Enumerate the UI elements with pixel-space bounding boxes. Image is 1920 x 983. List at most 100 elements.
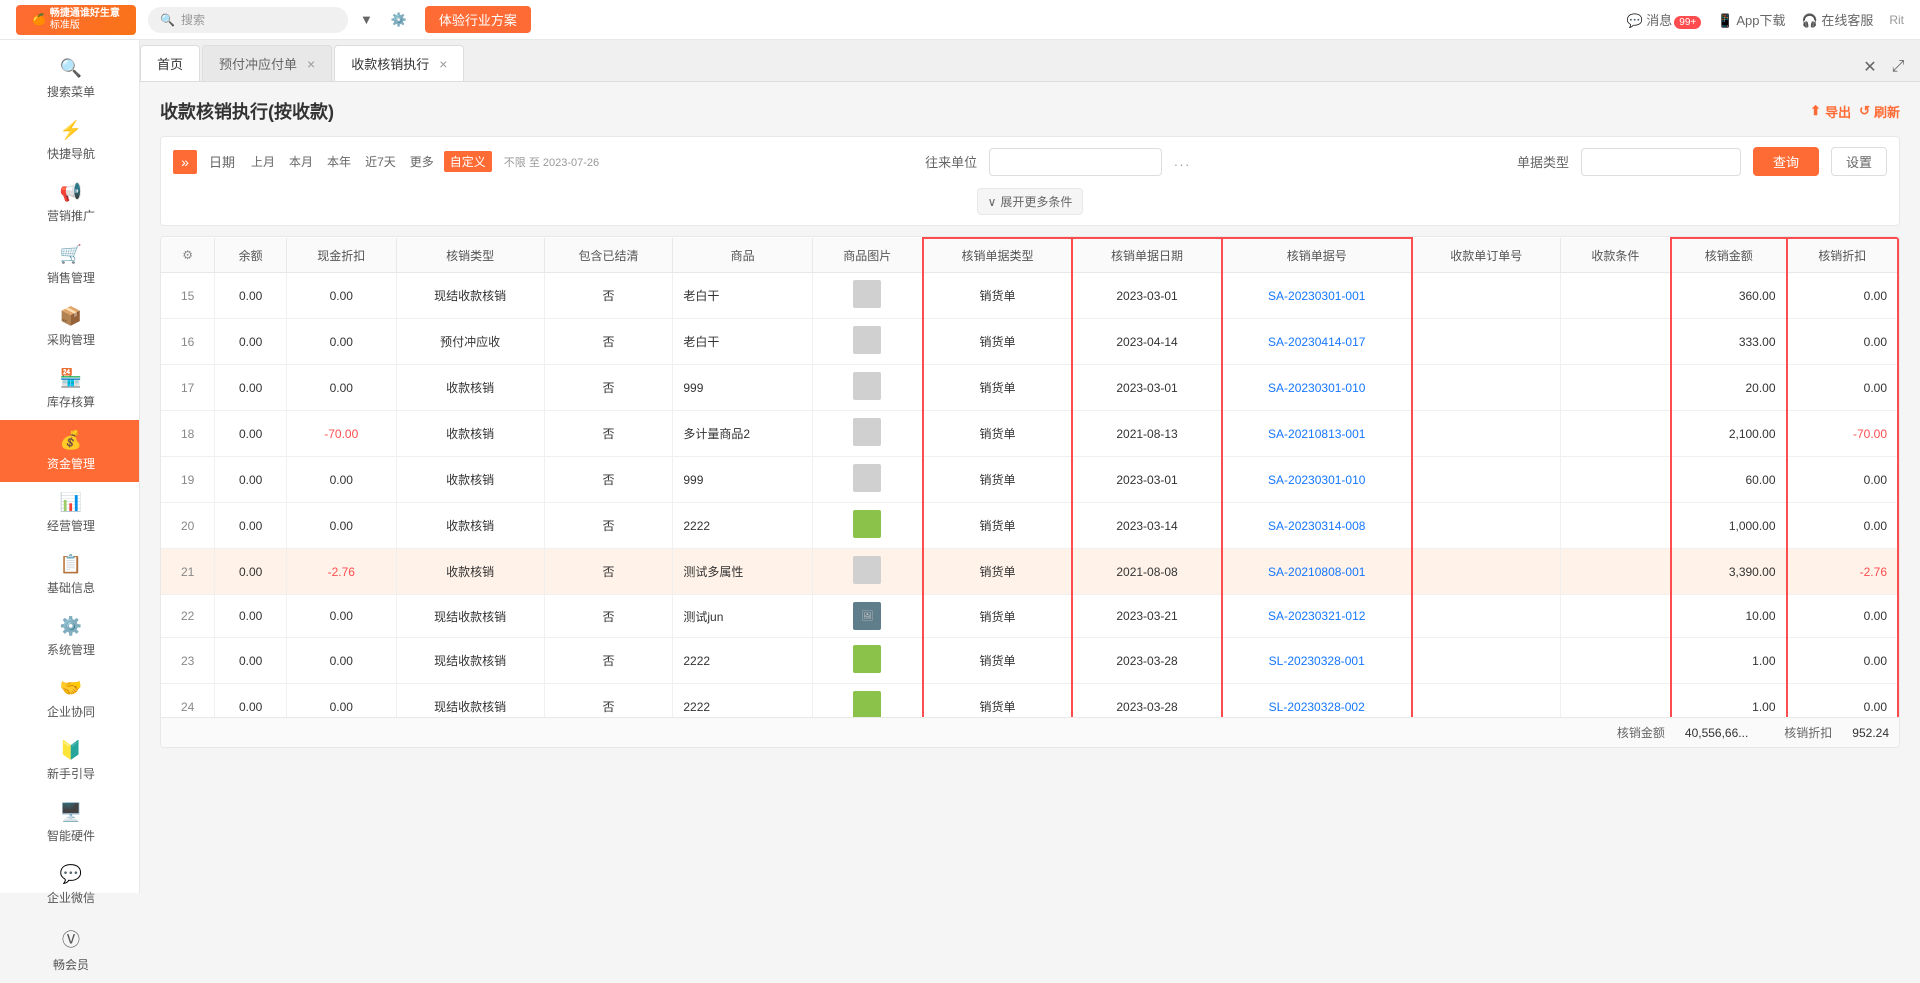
date-options: 上月 本月 本年 近7天 更多 自定义 xyxy=(247,151,492,172)
filter-expand-btn[interactable]: » xyxy=(173,150,197,174)
query-btn[interactable]: 查询 xyxy=(1753,147,1819,176)
prepay-tab-label: 预付冲应付单 xyxy=(219,54,297,73)
date-btn-custom[interactable]: 自定义 xyxy=(444,151,492,172)
message-btn[interactable]: 💬 消息99+ xyxy=(1626,10,1701,29)
sidebar-item-purchase[interactable]: 📦 采购管理 xyxy=(0,296,139,358)
date-label: 日期 xyxy=(209,152,235,171)
collect-cancel-tab-close[interactable]: × xyxy=(439,56,447,72)
doc-no-link[interactable]: SL-20230328-002 xyxy=(1269,700,1365,714)
tab-expand-btn[interactable]: ⤢ xyxy=(1884,53,1912,81)
sidebar-item-guide[interactable]: 🔰 新手引导 xyxy=(0,730,139,792)
cell-product-img xyxy=(812,319,923,365)
doc-no-link[interactable]: SA-20230301-001 xyxy=(1268,289,1365,303)
from-unit-input[interactable] xyxy=(989,148,1162,176)
doc-no-link[interactable]: SA-20210808-001 xyxy=(1268,565,1365,579)
online-service-btn[interactable]: 🎧 在线客服 xyxy=(1802,10,1874,29)
doc-no-link[interactable]: SA-20230301-010 xyxy=(1268,381,1365,395)
sidebar-item-hardware[interactable]: 🖥️ 智能硬件 xyxy=(0,792,139,854)
sidebar-item-basic[interactable]: 📋 基础信息 xyxy=(0,544,139,606)
th-product: 商品 xyxy=(673,238,812,273)
cell-cancel-discount: 0.00 xyxy=(1787,638,1898,684)
sidebar-label-operations: 经营管理 xyxy=(47,517,95,534)
cell-doc-no[interactable]: SA-20230414-017 xyxy=(1222,319,1412,365)
expand-more-btn[interactable]: ∨ 展开更多条件 xyxy=(977,188,1084,215)
date-btn-this-year[interactable]: 本年 xyxy=(323,151,355,172)
tab-actions: ✕ ⤢ xyxy=(1856,53,1920,81)
sidebar-item-system[interactable]: ⚙️ 系统管理 xyxy=(0,606,139,668)
sidebar-item-operations[interactable]: 📊 经营管理 xyxy=(0,482,139,544)
date-btn-last-month[interactable]: 上月 xyxy=(247,151,279,172)
cell-doc-no[interactable]: SA-20230314-008 xyxy=(1222,503,1412,549)
cell-include-cleared: 否 xyxy=(544,503,673,549)
cell-doc-no[interactable]: SA-20230301-001 xyxy=(1222,273,1412,319)
cell-doc-no[interactable]: SA-20230301-010 xyxy=(1222,365,1412,411)
dropdown-chevron[interactable]: ▼ xyxy=(360,12,373,27)
cell-balance: 0.00 xyxy=(215,457,287,503)
date-btn-more[interactable]: 更多 xyxy=(406,151,438,172)
cell-doc-no[interactable]: SA-20210813-001 xyxy=(1222,411,1412,457)
cell-collect-terms xyxy=(1560,549,1671,595)
doc-type-select[interactable] xyxy=(1581,148,1741,176)
cell-doc-no[interactable]: SA-20230301-010 xyxy=(1222,457,1412,503)
sidebar-item-search[interactable]: 🔍 搜索菜单 xyxy=(0,48,139,110)
search-box[interactable]: 🔍 搜索 xyxy=(148,7,348,33)
export-btn[interactable]: ⬆ 导出 xyxy=(1810,102,1851,121)
tab-close-btn[interactable]: ✕ xyxy=(1856,53,1884,81)
sidebar-item-corp[interactable]: 🤝 企业协同 xyxy=(0,668,139,730)
cell-include-cleared: 否 xyxy=(544,684,673,718)
cell-collect-order-no xyxy=(1412,549,1561,595)
th-doc-date: 核销单据日期 xyxy=(1072,238,1221,273)
cell-product: 999 xyxy=(673,457,812,503)
th-gear[interactable]: ⚙ xyxy=(161,238,215,273)
cell-product: 2222 xyxy=(673,503,812,549)
cell-doc-type: 销货单 xyxy=(923,365,1072,411)
tab-home[interactable]: 首页 xyxy=(140,45,200,81)
cell-doc-date: 2023-03-28 xyxy=(1072,638,1221,684)
app-download-btn[interactable]: 📱 App下载 xyxy=(1717,10,1785,29)
filter-settings-btn[interactable]: 设置 xyxy=(1831,147,1887,176)
sidebar-item-finance[interactable]: 💰 资金管理 xyxy=(0,420,139,482)
cell-product: 多计量商品2 xyxy=(673,411,812,457)
cell-doc-no[interactable]: SA-20210808-001 xyxy=(1222,549,1412,595)
industry-btn[interactable]: 体验行业方案 xyxy=(425,6,531,33)
tab-prepay[interactable]: 预付冲应付单 × xyxy=(202,45,332,81)
th-include-cleared: 包含已结清 xyxy=(544,238,673,273)
date-btn-7days[interactable]: 近7天 xyxy=(361,151,400,172)
cell-doc-type: 销货单 xyxy=(923,457,1072,503)
sidebar-item-inventory[interactable]: 🏪 库存核算 xyxy=(0,358,139,420)
cell-product-img xyxy=(812,365,923,411)
sidebar-item-sales[interactable]: 🛒 销售管理 xyxy=(0,234,139,296)
sidebar-item-quick-nav[interactable]: ⚡ 快捷导航 xyxy=(0,110,139,172)
date-range-display: 不限 至 2023-07-26 xyxy=(504,154,599,170)
doc-no-link[interactable]: SA-20230301-010 xyxy=(1268,473,1365,487)
table-scroll[interactable]: ⚙ 余额 现金折扣 核销类型 包含已结清 商品 商品图片 核销单据类型 核销单据… xyxy=(161,237,1899,717)
doc-no-link[interactable]: SA-20210813-001 xyxy=(1268,427,1365,441)
cell-doc-no[interactable]: SL-20230328-002 xyxy=(1222,684,1412,718)
doc-no-link[interactable]: SA-20230314-008 xyxy=(1268,519,1365,533)
prepay-tab-close[interactable]: × xyxy=(307,56,315,72)
tab-collect-cancel[interactable]: 收款核销执行 × xyxy=(334,45,464,81)
cell-balance: 0.00 xyxy=(215,503,287,549)
date-btn-this-month[interactable]: 本月 xyxy=(285,151,317,172)
doc-no-link[interactable]: SA-20230321-012 xyxy=(1268,609,1365,623)
cell-cancel-type: 收款核销 xyxy=(396,457,544,503)
cell-cancel-type: 现结收款核销 xyxy=(396,684,544,718)
cell-doc-no[interactable]: SL-20230328-001 xyxy=(1222,638,1412,684)
export-icon: ⬆ xyxy=(1810,103,1821,119)
doc-no-link[interactable]: SA-20230414-017 xyxy=(1268,335,1365,349)
cell-include-cleared: 否 xyxy=(544,549,673,595)
basic-icon: 📋 xyxy=(60,554,82,575)
cell-collect-order-no xyxy=(1412,319,1561,365)
sidebar-item-marketing[interactable]: 📢 营销推广 xyxy=(0,172,139,234)
refresh-btn[interactable]: ↺ 刷新 xyxy=(1859,102,1900,121)
cell-doc-no[interactable]: SA-20230321-012 xyxy=(1222,595,1412,638)
sidebar-item-member[interactable]: Ⓥ 畅会员 xyxy=(0,916,139,983)
doc-no-link[interactable]: SL-20230328-001 xyxy=(1269,654,1365,668)
cell-cancel-type: 收款核销 xyxy=(396,549,544,595)
table-row: 22 0.00 0.00 现结收款核销 否 测试jun 🖼 销货单 2023-0… xyxy=(161,595,1898,638)
settings-icon[interactable]: ⚙️ xyxy=(385,6,413,34)
cell-cancel-discount: -2.76 xyxy=(1787,549,1898,595)
sidebar-item-wechat[interactable]: 💬 企业微信 xyxy=(0,854,139,916)
sidebar-label-hardware: 智能硬件 xyxy=(47,827,95,844)
cell-cash-discount: -70.00 xyxy=(286,411,396,457)
